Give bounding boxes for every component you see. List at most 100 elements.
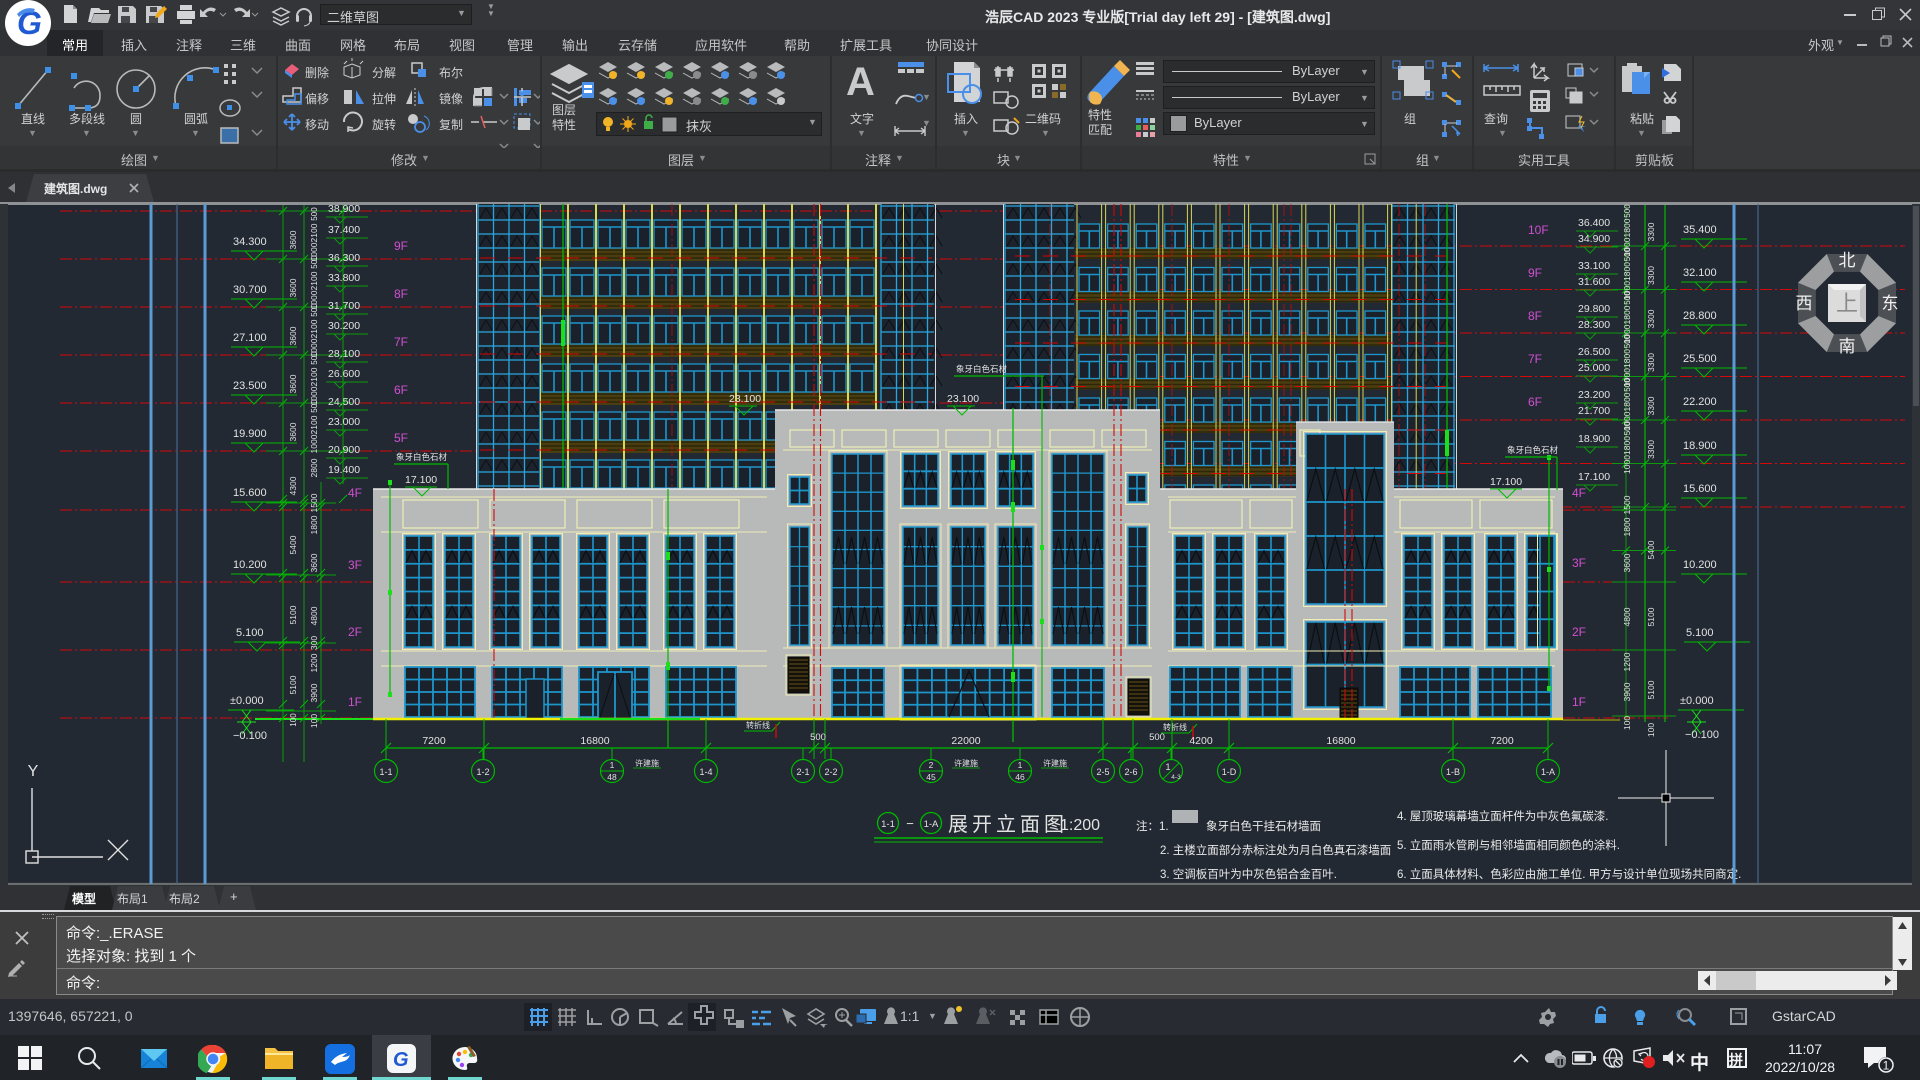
svg-text:34.300: 34.300	[233, 236, 267, 248]
svg-text:100: 100	[1622, 716, 1632, 730]
svg-text:1-4: 1-4	[699, 767, 712, 777]
svg-text:38.900: 38.900	[328, 203, 360, 215]
svg-text:500: 500	[1623, 291, 1632, 305]
svg-text:2-2: 2-2	[824, 767, 837, 777]
svg-text:100: 100	[1646, 723, 1656, 737]
svg-text:500: 500	[1623, 334, 1632, 348]
svg-text:3600: 3600	[288, 278, 298, 297]
svg-text:3900: 3900	[309, 683, 319, 702]
svg-text:3600: 3600	[1622, 553, 1632, 572]
svg-text:西: 西	[1796, 294, 1813, 313]
svg-text:10.200: 10.200	[233, 559, 267, 571]
svg-text:展开立面图: 展开立面图	[948, 813, 1068, 836]
svg-text:G: G	[393, 1049, 409, 1071]
svg-text:转折线: 转折线	[746, 720, 770, 730]
svg-text:2: 2	[929, 760, 934, 770]
svg-text:5100: 5100	[288, 605, 298, 624]
svg-text:4F: 4F	[1572, 486, 1586, 500]
svg-text:32.100: 32.100	[1683, 267, 1717, 279]
svg-text:−0.100: −0.100	[233, 730, 267, 742]
svg-text:5.100: 5.100	[236, 627, 264, 639]
svg-text:7200: 7200	[1490, 735, 1514, 747]
svg-text:33.100: 33.100	[1578, 260, 1610, 272]
svg-text:5100: 5100	[288, 675, 298, 694]
svg-text:1: 1	[1018, 760, 1023, 770]
svg-text:20.900: 20.900	[328, 444, 360, 456]
svg-text:3300: 3300	[1646, 353, 1656, 372]
svg-text:500: 500	[810, 732, 826, 743]
svg-text:1-A: 1-A	[1541, 767, 1555, 777]
svg-text:2100: 2100	[309, 223, 319, 242]
svg-text:1500: 1500	[309, 493, 319, 512]
svg-text:7F: 7F	[1528, 352, 1542, 366]
svg-text:7F: 7F	[394, 335, 408, 349]
svg-text:1800: 1800	[1622, 392, 1632, 411]
svg-text:15.600: 15.600	[233, 487, 267, 499]
svg-text:1800: 1800	[1622, 436, 1632, 455]
svg-text:1000: 1000	[1622, 455, 1632, 474]
svg-text:3600: 3600	[288, 422, 298, 441]
svg-text:46: 46	[1015, 772, 1025, 782]
svg-text:7200: 7200	[422, 735, 446, 747]
svg-text:1200: 1200	[309, 653, 319, 672]
svg-text:1F: 1F	[1572, 695, 1586, 709]
svg-text:37.400: 37.400	[328, 224, 360, 236]
svg-text:17.100: 17.100	[1490, 476, 1522, 488]
svg-text:1200: 1200	[1622, 652, 1632, 671]
svg-text:500: 500	[310, 303, 319, 317]
svg-text:9F: 9F	[394, 239, 408, 253]
svg-text:2-1: 2-1	[796, 767, 809, 777]
svg-text:6F: 6F	[1528, 395, 1542, 409]
svg-text:6. 立面具体材料、色彩应由施工单位. 甲方与设计单位现场共: 6. 立面具体材料、色彩应由施工单位. 甲方与设计单位现场共同商定.	[1397, 867, 1741, 881]
svg-text:500: 500	[1149, 732, 1165, 743]
svg-text:4200: 4200	[1189, 735, 1213, 747]
svg-text:象牙白色干挂石材墙面: 象牙白色干挂石材墙面	[1206, 819, 1321, 833]
svg-text:转折线: 转折线	[1163, 722, 1187, 732]
svg-text:东: 东	[1882, 294, 1899, 313]
svg-text:2-6: 2-6	[1124, 767, 1137, 777]
svg-text:34.900: 34.900	[1578, 233, 1610, 245]
svg-text:23.200: 23.200	[1578, 389, 1610, 401]
svg-text:1: 1	[1883, 1059, 1890, 1073]
svg-text:2800: 2800	[309, 458, 319, 477]
svg-text:500: 500	[1623, 204, 1632, 218]
svg-text:17.100: 17.100	[1578, 471, 1610, 483]
svg-text:16800: 16800	[1326, 735, 1355, 747]
svg-text:5F: 5F	[394, 431, 408, 445]
svg-text:3300: 3300	[1646, 222, 1656, 241]
svg-text:1-B: 1-B	[1446, 767, 1460, 777]
svg-text:6F: 6F	[394, 383, 408, 397]
svg-text:30.700: 30.700	[233, 284, 267, 296]
svg-text:28.100: 28.100	[328, 348, 360, 360]
svg-text:注：1.: 注：1.	[1136, 819, 1169, 833]
svg-text:2100: 2100	[309, 319, 319, 338]
svg-text:25.000: 25.000	[1578, 362, 1610, 374]
svg-text:23.100: 23.100	[729, 393, 761, 405]
svg-text:上: 上	[1836, 291, 1858, 316]
svg-text:1800: 1800	[309, 515, 319, 534]
svg-text:22.200: 22.200	[1683, 396, 1717, 408]
svg-text:17.100: 17.100	[405, 474, 437, 486]
svg-text:象牙白色石材: 象牙白色石材	[396, 452, 448, 462]
svg-text:Y: Y	[28, 763, 39, 780]
svg-text:象牙白色石材: 象牙白色石材	[956, 364, 1008, 374]
svg-text:300: 300	[309, 636, 319, 650]
svg-text:1-D: 1-D	[1222, 767, 1237, 777]
svg-text:4. 屋顶玻璃幕墙立面杆件为中灰色氟碳漆.: 4. 屋顶玻璃幕墙立面杆件为中灰色氟碳漆.	[1397, 809, 1608, 823]
svg-text:3600: 3600	[309, 553, 319, 572]
svg-text:30.200: 30.200	[328, 320, 360, 332]
svg-text:1-2: 1-2	[476, 767, 489, 777]
svg-text:25.500: 25.500	[1683, 353, 1717, 365]
svg-text:1: 1	[1165, 762, 1170, 772]
svg-text:8F: 8F	[1528, 309, 1542, 323]
svg-text:5. 立面雨水管刷与相邻墙面相同颜色的涂料.: 5. 立面雨水管刷与相邻墙面相同颜色的涂料.	[1397, 838, 1620, 852]
svg-text:1F: 1F	[348, 695, 362, 709]
svg-text:100: 100	[289, 713, 298, 727]
svg-text:36.400: 36.400	[1578, 217, 1610, 229]
svg-text:5400: 5400	[288, 535, 298, 554]
svg-text:18.900: 18.900	[1683, 440, 1717, 452]
svg-text:31.600: 31.600	[1578, 276, 1610, 288]
svg-text:3600: 3600	[288, 230, 298, 249]
svg-text:4-3: 4-3	[1171, 774, 1181, 781]
svg-text:500: 500	[1623, 378, 1632, 392]
